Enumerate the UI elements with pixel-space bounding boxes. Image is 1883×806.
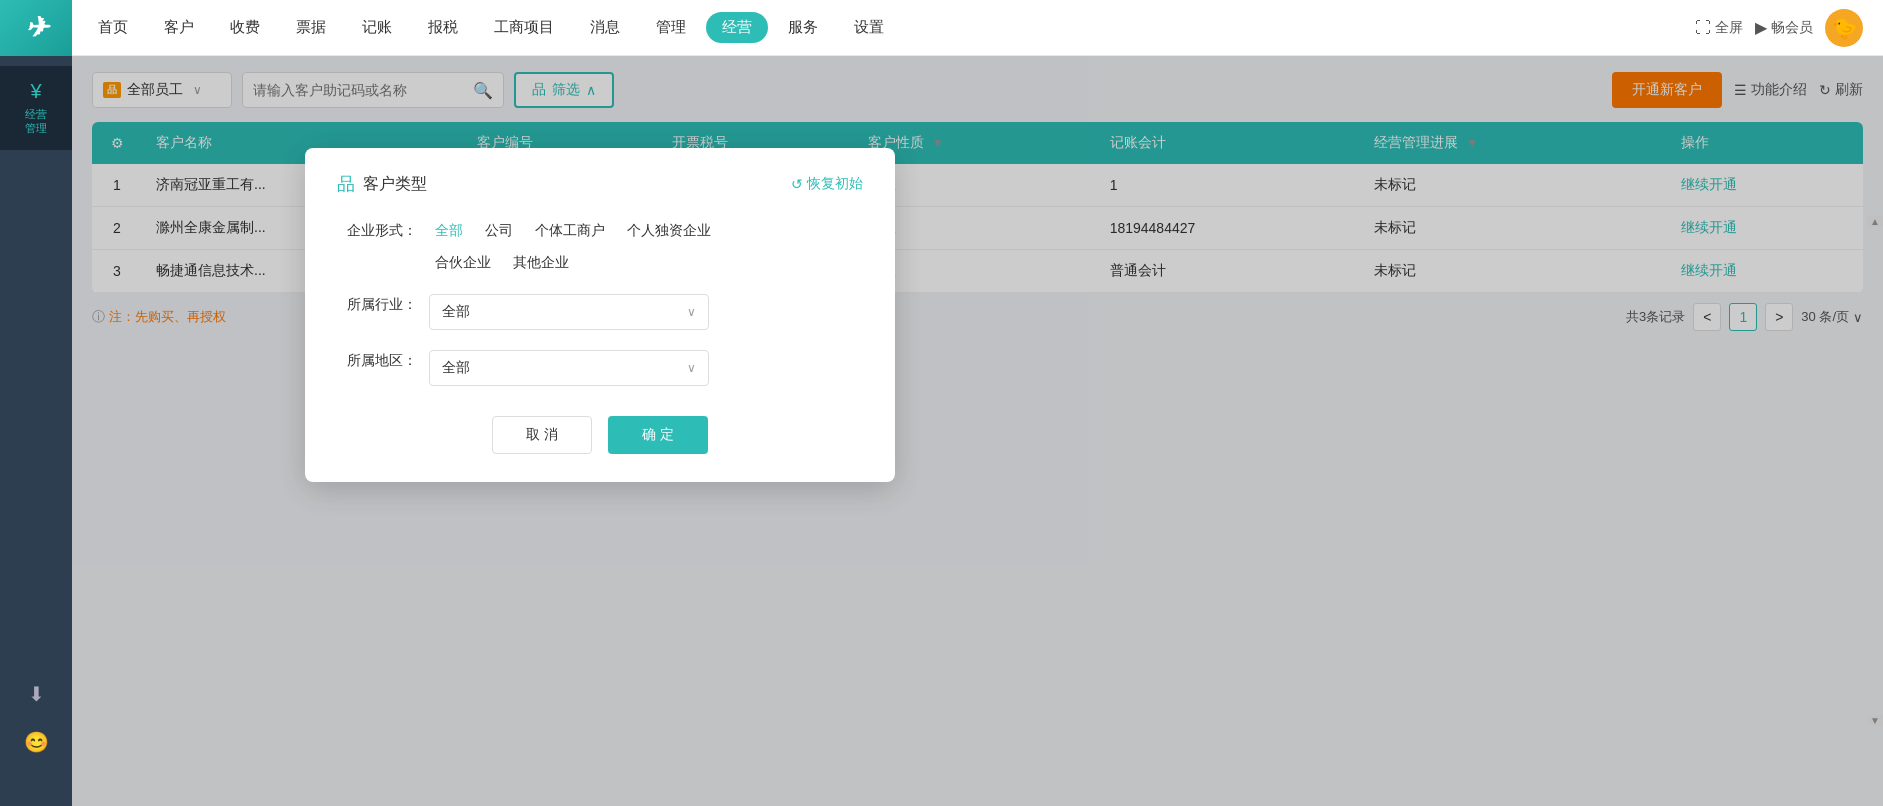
nav-item-home[interactable]: 首页: [82, 12, 144, 43]
logo-icon: ✈: [25, 11, 48, 44]
help-icon: 😊: [24, 730, 49, 754]
enterprise-form-label: 企业形式：: [337, 220, 417, 240]
reset-icon: ↺: [791, 176, 803, 192]
vip-button[interactable]: ▶ 畅会员: [1755, 18, 1813, 37]
filter-panel: 品 客户类型 ↺ 恢复初始 企业形式： 全部 公司 个体工商户 个人独资企业 合…: [305, 148, 895, 482]
enterprise-form-options: 全部 公司 个体工商户 个人独资企业 合伙企业 其他企业: [429, 220, 863, 274]
enterprise-option-individual[interactable]: 个体工商户: [529, 220, 611, 242]
nav-item-bill[interactable]: 票据: [280, 12, 342, 43]
nav-item-service[interactable]: 服务: [772, 12, 834, 43]
sidebar-help-btn[interactable]: 😊: [0, 718, 72, 766]
sidebar-item-label: 经营管理: [6, 107, 66, 136]
filter-panel-header: 品 客户类型 ↺ 恢复初始: [337, 172, 863, 196]
industry-row: 所属行业： 全部 ∨: [337, 294, 863, 330]
enterprise-option-company[interactable]: 公司: [479, 220, 519, 242]
enterprise-option-sole[interactable]: 个人独资企业: [621, 220, 717, 242]
avatar[interactable]: 🐤: [1825, 9, 1863, 47]
nav-right-area: ⛶ 全屏 ▶ 畅会员 🐤: [1695, 9, 1883, 47]
fullscreen-icon: ⛶: [1695, 19, 1711, 37]
cancel-button[interactable]: 取 消: [492, 416, 592, 454]
enterprise-option-all[interactable]: 全部: [429, 220, 469, 242]
logo: ✈: [0, 0, 72, 56]
industry-select-value: 全部: [442, 303, 470, 321]
fullscreen-button[interactable]: ⛶ 全屏: [1695, 19, 1743, 37]
industry-label: 所属行业：: [337, 294, 417, 314]
nav-item-settings[interactable]: 设置: [838, 12, 900, 43]
region-chevron-icon: ∨: [687, 361, 696, 375]
fullscreen-label: 全屏: [1715, 19, 1743, 37]
vip-label: 畅会员: [1771, 19, 1813, 37]
enterprise-option-partnership[interactable]: 合伙企业: [429, 252, 497, 274]
nav-item-fee[interactable]: 收费: [214, 12, 276, 43]
nav-item-manage[interactable]: 管理: [640, 12, 702, 43]
panel-footer: 取 消 确 定: [337, 416, 863, 454]
nav-item-message[interactable]: 消息: [574, 12, 636, 43]
industry-chevron-icon: ∨: [687, 305, 696, 319]
nav-item-customer[interactable]: 客户: [148, 12, 210, 43]
vip-icon: ▶: [1755, 18, 1767, 37]
download-icon: ⬇: [28, 682, 45, 706]
nav-item-tax[interactable]: 报税: [412, 12, 474, 43]
region-row: 所属地区： 全部 ∨: [337, 350, 863, 386]
nav-item-account[interactable]: 记账: [346, 12, 408, 43]
sidebar-item-operation-mgmt[interactable]: ¥ 经营管理: [0, 66, 72, 150]
filter-panel-title: 品 客户类型: [337, 172, 427, 196]
nav-item-business[interactable]: 工商项目: [478, 12, 570, 43]
operation-mgmt-icon: ¥: [30, 80, 41, 103]
nav-menu: 首页 客户 收费 票据 记账 报税 工商项目 消息 管理 经营 服务 设置: [72, 12, 1695, 43]
sidebar-bottom: ⬇ 😊: [0, 670, 72, 766]
sidebar: ¥ 经营管理 ⬇ 😊: [0, 56, 72, 806]
confirm-button[interactable]: 确 定: [608, 416, 708, 454]
enterprise-option-other[interactable]: 其他企业: [507, 252, 575, 274]
region-label: 所属地区：: [337, 350, 417, 370]
industry-select[interactable]: 全部 ∨: [429, 294, 709, 330]
enterprise-form-row: 企业形式： 全部 公司 个体工商户 个人独资企业 合伙企业 其他企业: [337, 220, 863, 274]
reset-label: 恢复初始: [807, 175, 863, 193]
panel-icon: 品: [337, 172, 355, 196]
region-select-value: 全部: [442, 359, 470, 377]
sidebar-download-btn[interactable]: ⬇: [0, 670, 72, 718]
nav-item-operation[interactable]: 经营: [706, 12, 768, 43]
region-select[interactable]: 全部 ∨: [429, 350, 709, 386]
reset-button[interactable]: ↺ 恢复初始: [791, 175, 863, 193]
panel-title-label: 客户类型: [363, 174, 427, 195]
top-navigation: ✈ 首页 客户 收费 票据 记账 报税 工商项目 消息 管理 经营 服务 设置 …: [0, 0, 1883, 56]
